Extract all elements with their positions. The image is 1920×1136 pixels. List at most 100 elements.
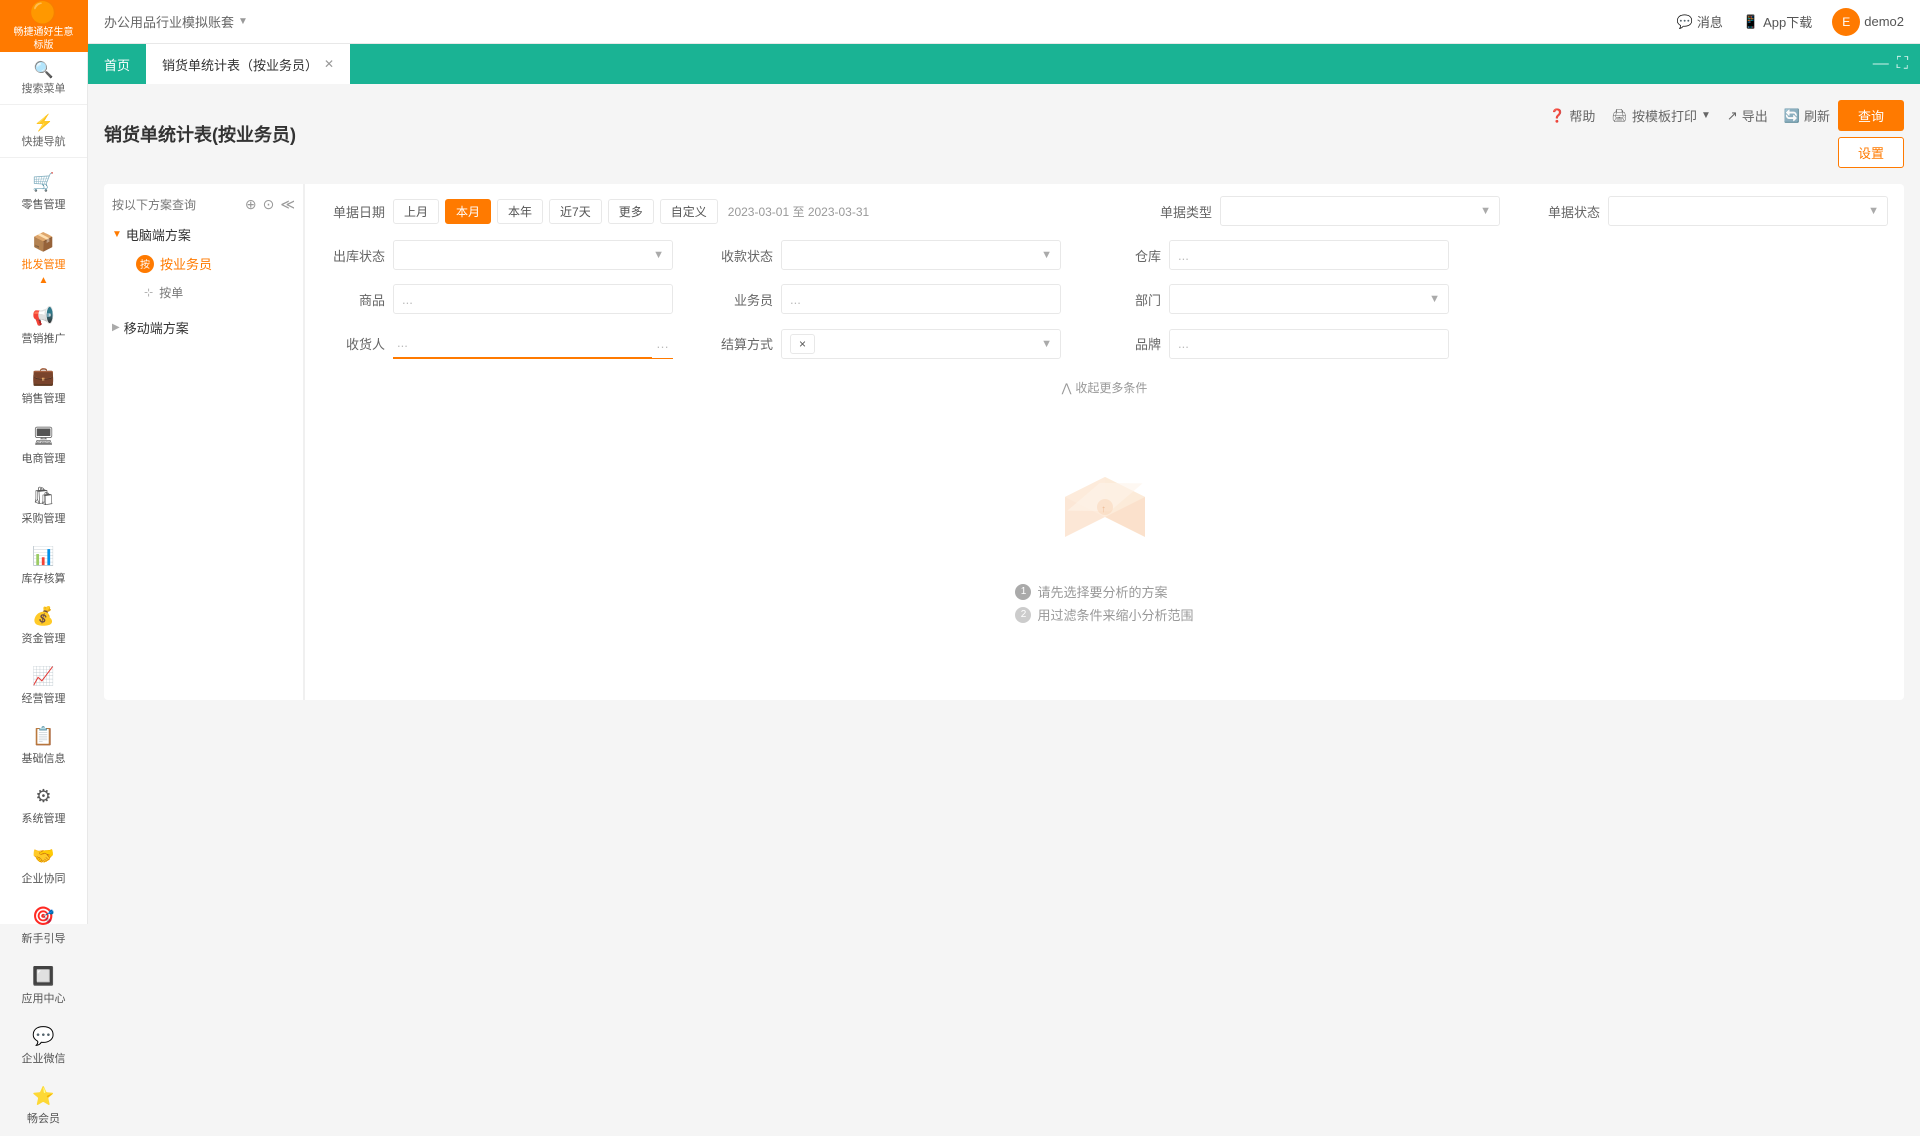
sidebar-item-apps[interactable]: 🔲 应用中心 xyxy=(0,956,87,1016)
sidebar-item-retail[interactable]: 🛒 零售管理 xyxy=(0,162,87,222)
sidebar-system-label: 系统管理 xyxy=(22,810,66,826)
company-selector[interactable]: 办公用品行业模拟账套 ▼ xyxy=(104,12,248,31)
sidebar-item-marketing[interactable]: 📢 营销推广 xyxy=(0,296,87,356)
sidebar-search-label: 搜索菜单 xyxy=(0,80,87,96)
app-logo[interactable]: 🟠 畅捷通好生意 标版 xyxy=(0,0,88,52)
settlement-tag-close[interactable]: × xyxy=(799,337,806,351)
sidebar-item-purchase[interactable]: 🛍 采购管理 xyxy=(0,476,87,536)
filter-row-4: 收货人 … 结算方式 × ▼ 品牌 xyxy=(321,328,1888,359)
sidebar-item-member[interactable]: ⭐ 畅会员 xyxy=(0,1076,87,1136)
export-btn[interactable]: ↗ 导出 xyxy=(1727,106,1768,125)
sidebar-item-wholesale[interactable]: 📦 批发管理 ▲ xyxy=(0,222,87,296)
print-btn[interactable]: 🖨 按模板打印 ▼ xyxy=(1611,106,1710,125)
wholesale-icon: 📦 xyxy=(32,232,54,253)
order-scheme-label: 按单 xyxy=(159,284,183,301)
scheme-group-mobile-title[interactable]: ▶ 移动端方案 xyxy=(112,314,295,341)
goods-select[interactable]: ... xyxy=(393,284,673,314)
sidebar-item-ecommerce[interactable]: 🖥 电商管理 xyxy=(0,416,87,476)
warehouse-select[interactable]: ... xyxy=(1169,240,1449,270)
collapse-btn[interactable]: ⋀ 收起更多条件 xyxy=(321,373,1888,402)
sidebar-cooperation-label: 企业协同 xyxy=(22,870,66,886)
date-btn-more[interactable]: 更多 xyxy=(608,199,654,224)
consignee-more-icon[interactable]: … xyxy=(652,336,673,351)
sidebar-item-guide[interactable]: 🎯 新手引导 xyxy=(0,896,87,956)
sidebar-item-system[interactable]: ⚙ 系统管理 xyxy=(0,776,87,836)
dept-select[interactable]: ▼ xyxy=(1169,284,1449,314)
print-arrow-icon: ▼ xyxy=(1701,110,1711,121)
query-settings-group: 查询 设置 xyxy=(1838,100,1904,168)
refresh-btn[interactable]: 🔄 刷新 xyxy=(1784,106,1830,125)
settings-btn[interactable]: 设置 xyxy=(1838,137,1904,168)
scheme-item-salesperson[interactable]: 按 按业务员 xyxy=(112,248,295,279)
message-btn[interactable]: 💬 消息 xyxy=(1677,12,1723,31)
sidebar-item-search[interactable]: 🔍 搜索菜单 xyxy=(0,52,87,105)
retail-icon: 🛒 xyxy=(32,172,54,193)
sidebar-item-finance[interactable]: 💰 资金管理 xyxy=(0,596,87,656)
consignee-input[interactable] xyxy=(393,328,652,358)
tab-maximize-btn[interactable]: ⛶ xyxy=(1897,55,1908,73)
empty-tips: 1 请先选择要分析的方案 2 用过滤条件来缩小分析范围 xyxy=(1015,578,1193,628)
scheme-group-desktop-title[interactable]: ▼ 电脑端方案 xyxy=(112,221,295,248)
empty-tip-2: 用过滤条件来缩小分析范围 xyxy=(1037,605,1193,624)
add-scheme-icon[interactable]: ⊕ xyxy=(245,196,257,213)
content-area: 销货单统计表(按业务员) ❓ 帮助 🖨 按模板打印 ▼ ↗ 导出 xyxy=(88,84,1920,924)
doc-type-select[interactable]: ▼ xyxy=(1220,196,1500,226)
warehouse-value: ... xyxy=(1178,248,1189,263)
tab-report-label: 销货单统计表（按业务员） xyxy=(162,55,318,74)
out-status-label: 出库状态 xyxy=(321,246,385,265)
settlement-select[interactable]: × ▼ xyxy=(781,329,1061,359)
sidebar-marketing-label: 营销推广 xyxy=(22,330,66,346)
cooperation-icon: 🤝 xyxy=(32,846,54,867)
message-label: 消息 xyxy=(1697,12,1723,31)
user-profile[interactable]: E demo2 xyxy=(1832,8,1904,36)
brand-label: 品牌 xyxy=(1097,334,1161,353)
operation-icon: 📈 xyxy=(32,666,54,687)
receipt-status-select[interactable]: ▼ xyxy=(781,240,1061,270)
sales-icon: 💼 xyxy=(32,366,54,387)
tab-report[interactable]: 销货单统计表（按业务员） ✕ xyxy=(146,44,350,84)
member-icon: ⭐ xyxy=(32,1086,54,1107)
query-btn[interactable]: 查询 xyxy=(1838,100,1904,131)
mobile-group-label: 移动端方案 xyxy=(124,318,189,337)
sidebar-item-basic[interactable]: 📋 基础信息 xyxy=(0,716,87,776)
brand-select[interactable]: ... xyxy=(1169,329,1449,359)
settlement-tag: × xyxy=(790,334,815,354)
date-btn-custom[interactable]: 自定义 xyxy=(660,199,718,224)
tab-minimize-btn[interactable]: — xyxy=(1873,55,1889,73)
topbar: 办公用品行业模拟账套 ▼ 💬 消息 📱 App下载 E demo2 xyxy=(88,0,1920,44)
empty-state: ↑ 1 请先选择要分析的方案 2 用过滤条件来缩小分析范围 xyxy=(321,402,1888,688)
inventory-icon: 📊 xyxy=(32,546,54,567)
sidebar-item-quick[interactable]: ⚡ 快捷导航 xyxy=(0,105,87,158)
sidebar-item-sales[interactable]: 💼 销售管理 xyxy=(0,356,87,416)
collapse-scheme-icon[interactable]: ≪ xyxy=(280,196,295,213)
apps-icon: 🔲 xyxy=(32,966,54,987)
date-options-group: 上月 本月 本年 近7天 更多 自定义 2023-03-01 至 2023-03… xyxy=(393,199,869,224)
username-label: demo2 xyxy=(1864,14,1904,29)
out-status-select[interactable]: ▼ xyxy=(393,240,673,270)
sidebar-finance-label: 资金管理 xyxy=(22,630,66,646)
sidebar-apps-label: 应用中心 xyxy=(22,990,66,1006)
sidebar-item-inventory[interactable]: 📊 库存核算 xyxy=(0,536,87,596)
topbar-left: 办公用品行业模拟账套 ▼ xyxy=(104,12,248,31)
edit-scheme-icon[interactable]: ⊙ xyxy=(263,196,275,213)
doc-status-label: 单据状态 xyxy=(1536,202,1600,221)
date-btn-this-month[interactable]: 本月 xyxy=(445,199,491,224)
user-avatar: E xyxy=(1832,8,1860,36)
help-btn[interactable]: ❓ 帮助 xyxy=(1549,106,1595,125)
date-btn-7days[interactable]: 近7天 xyxy=(549,199,602,224)
doc-status-select[interactable]: ▼ xyxy=(1608,196,1888,226)
tab-home[interactable]: 首页 xyxy=(88,44,146,84)
date-btn-this-year[interactable]: 本年 xyxy=(497,199,543,224)
out-status-arrow: ▼ xyxy=(653,249,664,261)
sidebar-item-cooperation[interactable]: 🤝 企业协同 xyxy=(0,836,87,896)
sidebar-item-wechat[interactable]: 💬 企业微信 xyxy=(0,1016,87,1076)
sidebar-item-operation[interactable]: 📈 经营管理 xyxy=(0,656,87,716)
date-btn-last-month[interactable]: 上月 xyxy=(393,199,439,224)
doc-type-arrow: ▼ xyxy=(1480,205,1491,217)
salesperson-select[interactable]: ... xyxy=(781,284,1061,314)
app-download-btn[interactable]: 📱 App下载 xyxy=(1743,12,1812,31)
home-label: 首页 xyxy=(104,55,130,74)
tab-close-icon[interactable]: ✕ xyxy=(324,57,334,71)
scheme-item-order[interactable]: ⊹ 按单 xyxy=(112,279,295,306)
empty-illustration: ↑ xyxy=(1045,462,1165,562)
